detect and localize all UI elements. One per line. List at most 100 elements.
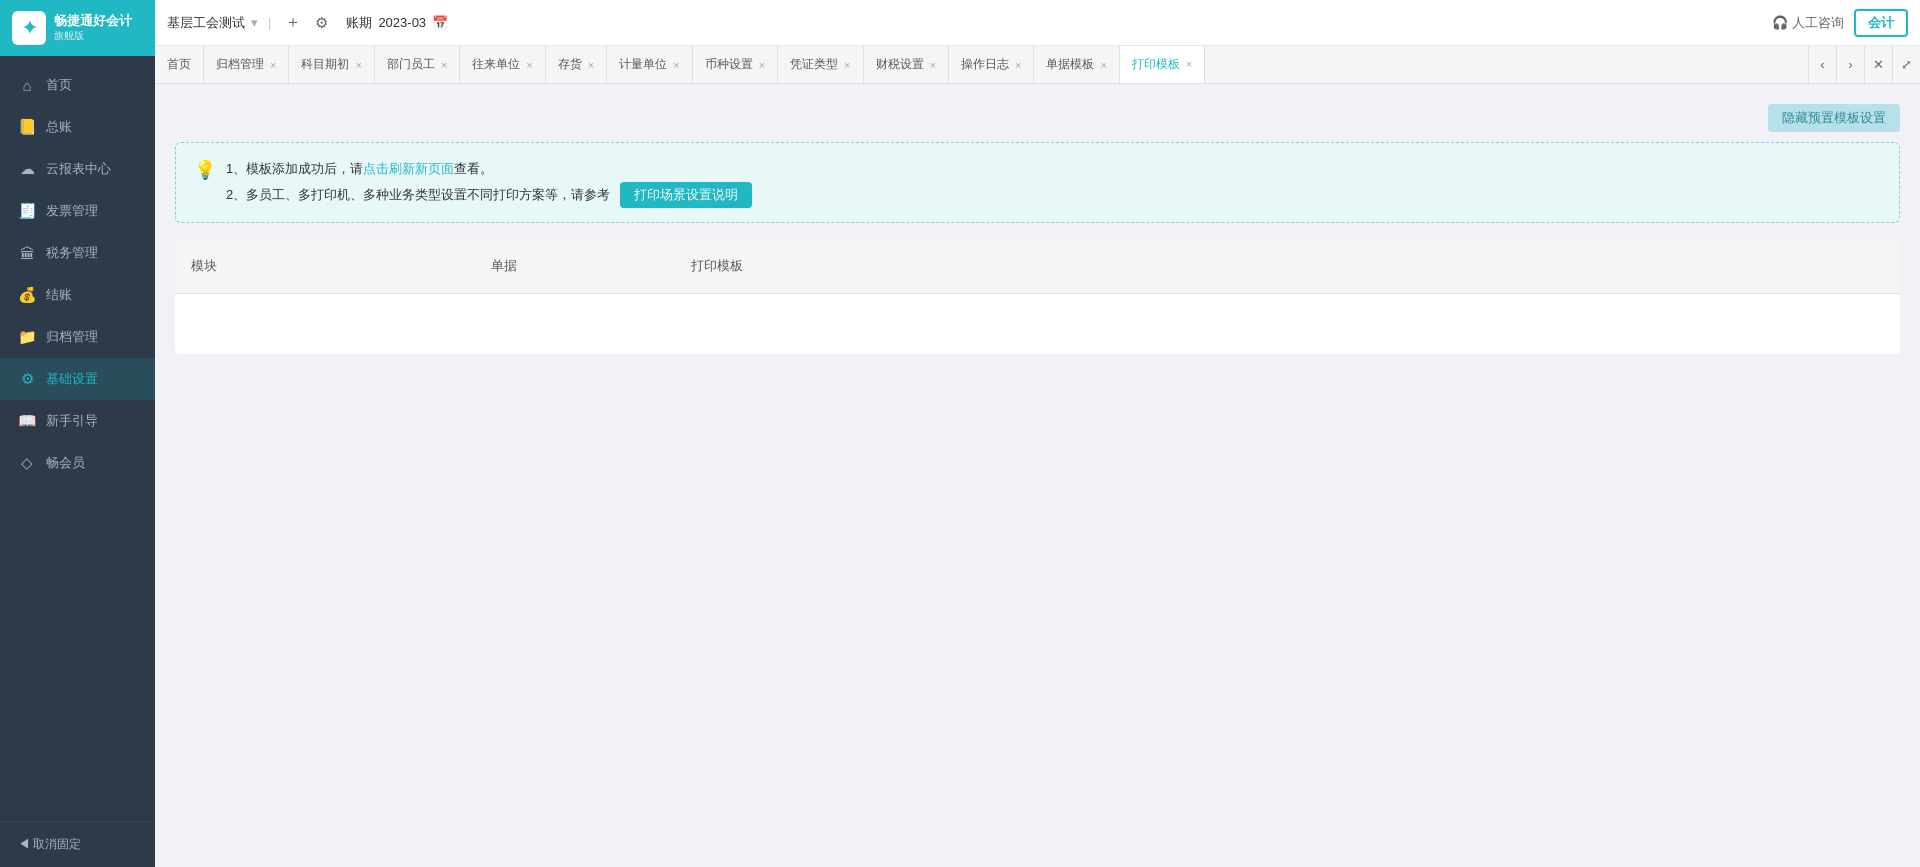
- tab-首页[interactable]: 首页: [155, 46, 204, 84]
- info-line1-suffix: 查看。: [454, 161, 493, 176]
- kuaiji-button[interactable]: 会计: [1854, 9, 1908, 37]
- sidebar-item-archive[interactable]: 📁归档管理: [0, 316, 155, 358]
- help-button[interactable]: 🎧 人工咨询: [1772, 14, 1844, 32]
- logo-text-block: 畅捷通好会计 旗舰版: [54, 13, 132, 44]
- topbar-right: 🎧 人工咨询 会计: [1772, 9, 1908, 37]
- tab-label: 操作日志: [961, 56, 1009, 73]
- table-body: [175, 294, 1900, 354]
- headset-icon: 🎧: [1772, 15, 1788, 30]
- calendar-icon: 📅: [432, 15, 448, 30]
- tab-scroll-left[interactable]: ‹: [1808, 46, 1836, 84]
- settle-icon: 💰: [18, 286, 36, 304]
- tab-close-icon[interactable]: ×: [270, 59, 276, 71]
- tab-close-icon[interactable]: ×: [1100, 59, 1106, 71]
- hide-preview-button[interactable]: 隐藏预置模板设置: [1768, 104, 1900, 132]
- tab-close-icon[interactable]: ×: [1015, 59, 1021, 71]
- tab-label: 归档管理: [216, 56, 264, 73]
- company-selector[interactable]: 基层工会测试 ▾: [167, 14, 258, 32]
- action-bar: 隐藏预置模板设置: [175, 104, 1900, 132]
- content-area: 隐藏预置模板设置 💡 1、模板添加成功后，请点击刷新新页面查看。 2、多员工、多…: [155, 84, 1920, 867]
- tab-close-icon[interactable]: ×: [930, 59, 936, 71]
- tab-单据模板[interactable]: 单据模板 ×: [1034, 46, 1119, 84]
- tab-label: 凭证类型: [790, 56, 838, 73]
- ledger-icon: 📒: [18, 118, 36, 136]
- ledger-label: 总账: [46, 118, 72, 136]
- invoice-icon: 🧾: [18, 202, 36, 220]
- tab-label: 币种设置: [705, 56, 753, 73]
- tab-部门员工[interactable]: 部门员工 ×: [375, 46, 460, 84]
- sidebar: ✦ 畅捷通好会计 旗舰版 ⌂ 首页 📒 总账 ☁云报表中心 🧾 发票管理 🏛税务管理 💰 结账 📁归…: [0, 0, 155, 867]
- info-line1-prefix: 1、模板添加成功后，请: [226, 161, 363, 176]
- topbar: 基层工会测试 ▾ | ＋ ⚙ 账期 2023-03 📅 🎧 人工咨询 会计: [155, 0, 1920, 46]
- tab-label: 单据模板: [1046, 56, 1094, 73]
- company-dropdown-icon: ▾: [251, 15, 258, 30]
- home-label: 首页: [46, 76, 72, 94]
- sidebar-item-settings[interactable]: ⚙基础设置: [0, 358, 155, 400]
- tab-close-icon[interactable]: ×: [526, 59, 532, 71]
- period-selector[interactable]: 账期 2023-03 📅: [346, 14, 448, 32]
- sidebar-item-guide[interactable]: 📖新手引导: [0, 400, 155, 442]
- tab-往来单位[interactable]: 往来单位 ×: [460, 46, 545, 84]
- tab-label: 往来单位: [472, 56, 520, 73]
- report-label: 云报表中心: [46, 160, 111, 178]
- tab-计量单位[interactable]: 计量单位 ×: [607, 46, 692, 84]
- period-value: 2023-03: [378, 15, 426, 30]
- tab-close-icon[interactable]: ×: [355, 59, 361, 71]
- app-name: 畅捷通好会计: [54, 13, 132, 30]
- sidebar-logo: ✦ 畅捷通好会计 旗舰版: [0, 0, 155, 56]
- tab-label: 财税设置: [876, 56, 924, 73]
- col-receipt-header: 单据: [475, 249, 675, 283]
- tab-归档管理[interactable]: 归档管理 ×: [204, 46, 289, 84]
- tax-label: 税务管理: [46, 244, 98, 262]
- unpin-label: ◀ 取消固定: [18, 836, 81, 853]
- table-header: 模块 单据 打印模板: [175, 239, 1900, 294]
- tab-close-icon[interactable]: ×: [588, 59, 594, 71]
- tab-币种设置[interactable]: 币种设置 ×: [693, 46, 778, 84]
- member-label: 畅会员: [46, 454, 85, 472]
- info-box: 💡 1、模板添加成功后，请点击刷新新页面查看。 2、多员工、多打印机、多种业务类…: [175, 142, 1900, 223]
- tab-财税设置[interactable]: 财税设置 ×: [864, 46, 949, 84]
- app-edition: 旗舰版: [54, 29, 132, 43]
- help-label: 人工咨询: [1792, 14, 1844, 32]
- invoice-label: 发票管理: [46, 202, 98, 220]
- sidebar-item-member[interactable]: ◇畅会员: [0, 442, 155, 484]
- period-label: 账期: [346, 14, 372, 32]
- tab-存货[interactable]: 存货×: [546, 46, 607, 84]
- print-scene-button[interactable]: 打印场景设置说明: [620, 182, 752, 208]
- tab-label: 部门员工: [387, 56, 435, 73]
- tab-凭证类型[interactable]: 凭证类型 ×: [778, 46, 863, 84]
- tab-maximize[interactable]: ⤢: [1892, 46, 1920, 84]
- add-tab-button[interactable]: ＋: [281, 12, 305, 33]
- tab-close-icon[interactable]: ×: [759, 59, 765, 71]
- tab-close-icon[interactable]: ×: [673, 59, 679, 71]
- tab-打印模板[interactable]: 打印模板×: [1120, 46, 1205, 84]
- sidebar-item-ledger[interactable]: 📒 总账: [0, 106, 155, 148]
- tab-操作日志[interactable]: 操作日志 ×: [949, 46, 1034, 84]
- col-module-header: 模块: [175, 249, 475, 283]
- tab-label: 科目期初: [301, 56, 349, 73]
- company-name: 基层工会测试: [167, 14, 245, 32]
- settings-gear-icon[interactable]: ⚙: [315, 14, 328, 32]
- tab-close-icon[interactable]: ×: [1186, 58, 1192, 70]
- tab-科目期初[interactable]: 科目期初 ×: [289, 46, 374, 84]
- tab-close-icon[interactable]: ×: [441, 59, 447, 71]
- tab-close-all[interactable]: ✕: [1864, 46, 1892, 84]
- tab-close-icon[interactable]: ×: [844, 59, 850, 71]
- refresh-link[interactable]: 点击刷新新页面: [363, 161, 454, 176]
- settle-label: 结账: [46, 286, 72, 304]
- tab-label: 首页: [167, 56, 191, 73]
- tab-scroll-right[interactable]: ›: [1836, 46, 1864, 84]
- sidebar-item-invoice[interactable]: 🧾 发票管理: [0, 190, 155, 232]
- sidebar-item-home[interactable]: ⌂ 首页: [0, 64, 155, 106]
- tab-label: 计量单位: [619, 56, 667, 73]
- sidebar-item-settle[interactable]: 💰 结账: [0, 274, 155, 316]
- main-area: 基层工会测试 ▾ | ＋ ⚙ 账期 2023-03 📅 🎧 人工咨询 会计 首页…: [155, 0, 1920, 867]
- home-icon: ⌂: [18, 77, 36, 94]
- logo-icon: ✦: [12, 11, 46, 45]
- sidebar-item-tax[interactable]: 🏛税务管理: [0, 232, 155, 274]
- sidebar-unpin[interactable]: ◀ 取消固定: [0, 821, 155, 867]
- tab-nav-arrows: ‹ › ✕ ⤢: [1808, 46, 1920, 84]
- tabbar: 首页归档管理×科目期初×部门员工×往来单位×存货×计量单位×币种设置×凭证类型×…: [155, 46, 1920, 84]
- archive-label: 归档管理: [46, 328, 98, 346]
- sidebar-item-report[interactable]: ☁云报表中心: [0, 148, 155, 190]
